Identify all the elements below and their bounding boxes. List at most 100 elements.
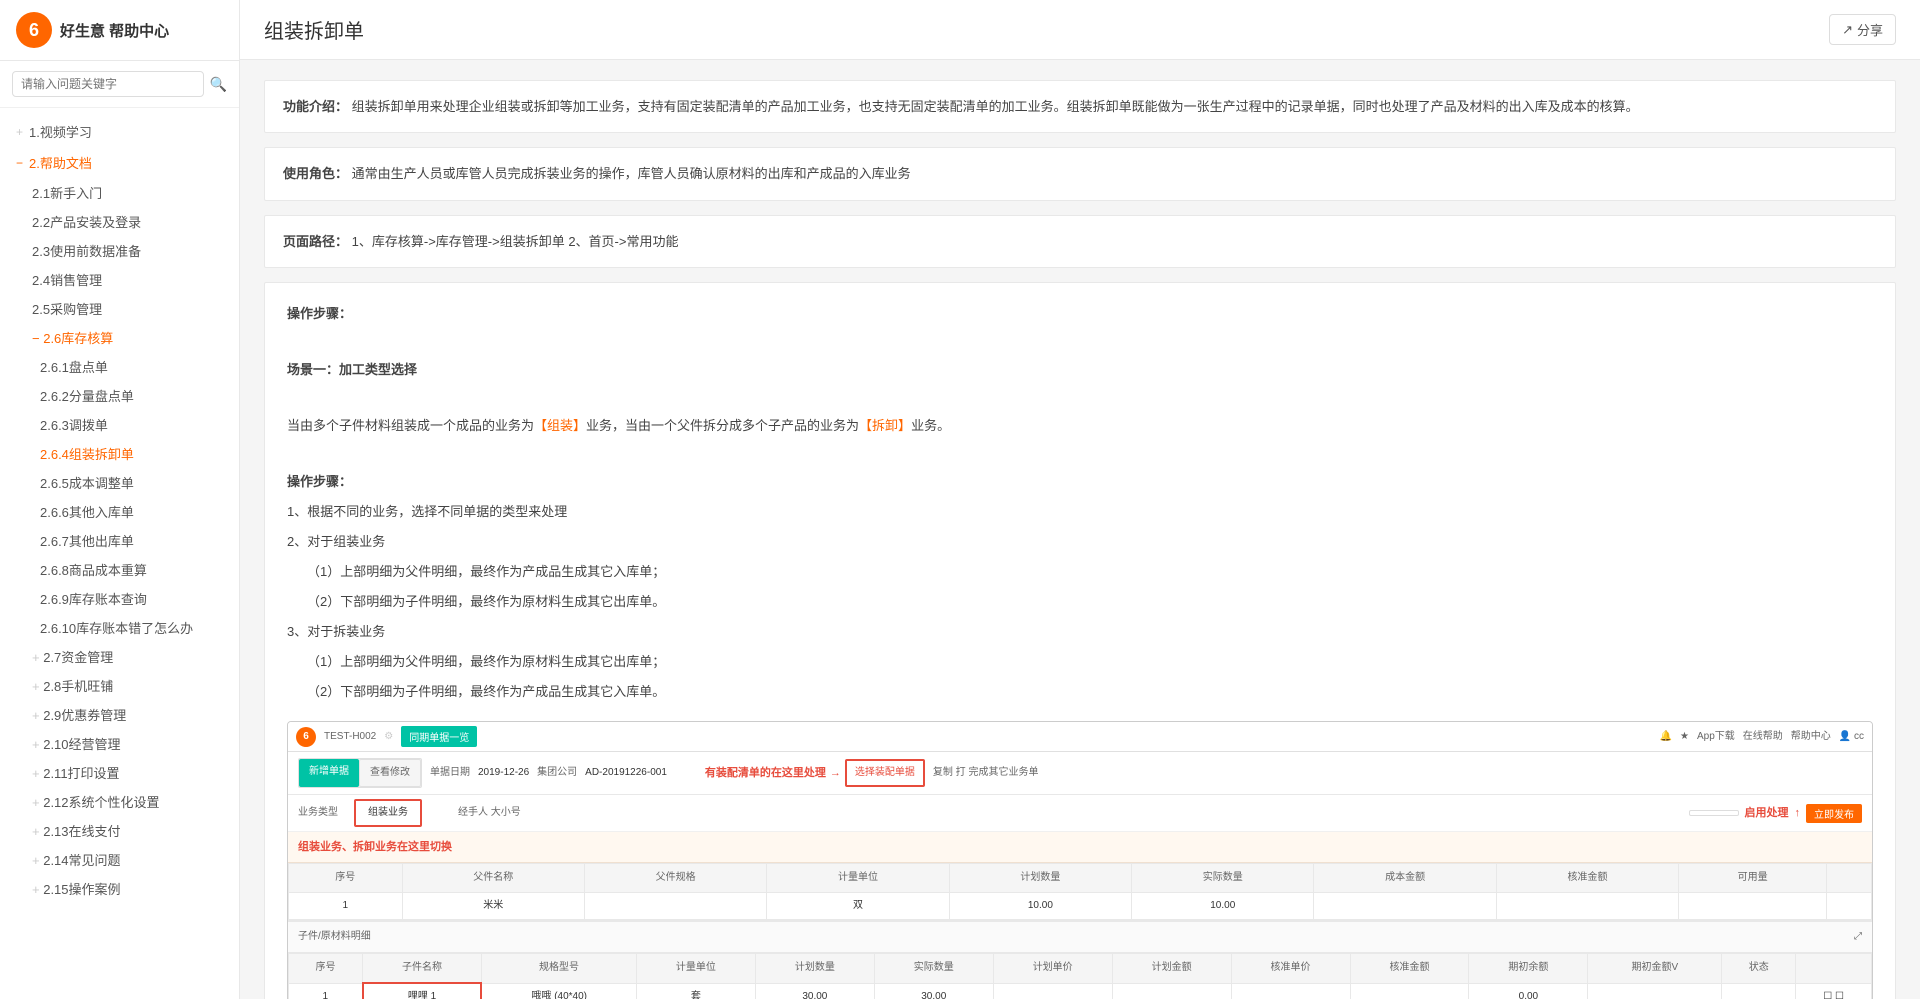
th-sub-approved-price: 核准单价 <box>1231 954 1350 984</box>
search-input[interactable] <box>12 71 204 97</box>
steps-label: 操作步骤： <box>287 301 1873 327</box>
th-cost-amt: 成本金额 <box>1314 864 1496 893</box>
mock-upper-table-area: 序号 父件名称 父件规格 计量单位 计划数量 实际数量 成本金额 核准金额 可用… <box>288 863 1872 920</box>
mock-lower-table-area: 序号 子件名称 规格型号 计量单位 计划数量 实际数量 计划单价 计划金额 核准… <box>288 953 1872 999</box>
sidebar-item-payment[interactable]: + 2.13在线支付 <box>0 816 239 845</box>
steps-title: 操作步骤： <box>287 469 1873 495</box>
mock-org-val: AD-20191226-001 <box>585 763 667 783</box>
th-approved-amt: 核准金额 <box>1496 864 1678 893</box>
sidebar-item-cost[interactable]: 2.6.5成本调整单 <box>0 468 239 497</box>
td-action-btn <box>1827 893 1872 920</box>
step2-1: （1）上部明细为父件明细，最终作为产成品生成其它入库单； <box>307 559 1873 585</box>
td-sub-opening-bal: 0.00 <box>1469 983 1588 999</box>
sidebar-item-stocktake[interactable]: 2.6.1盘点单 <box>0 352 239 381</box>
mock-system-select: TEST-H002 <box>324 727 376 747</box>
sidebar-item-other-in[interactable]: 2.6.6其他入库单 <box>0 497 239 526</box>
th-sub-name: 子件名称 <box>363 954 482 984</box>
func-intro-label: 功能介绍： <box>283 99 348 114</box>
mock-tab-view[interactable]: 查看修改 <box>359 759 421 787</box>
mock-name-input[interactable] <box>1689 810 1739 816</box>
sidebar-item-ops[interactable]: + 2.10经营管理 <box>0 729 239 758</box>
mock-tabs: 新增单据 查看修改 <box>298 758 422 788</box>
mock-lower-section-header: 子件/原材料明细 ⤢ <box>288 920 1872 953</box>
sidebar-item-docs[interactable]: − 2.帮助文档 <box>0 147 239 178</box>
sidebar-item-other-out[interactable]: 2.6.7其他出库单 <box>0 526 239 555</box>
th-parent-spec: 父件规格 <box>584 864 766 893</box>
sidebar-item-check[interactable]: 2.6.9库存账本查询 <box>0 584 239 613</box>
sidebar-item-mobile[interactable]: + 2.8手机旺铺 <box>0 671 239 700</box>
sidebar-item-install[interactable]: 2.2产品安装及登录 <box>0 207 239 236</box>
mock-date-val: 2019-12-26 <box>478 763 529 783</box>
role-text: 通常由生产人员或库管人员完成拆装业务的操作，库管人员确认原材料的出库和产成品的入… <box>352 166 911 181</box>
mock-text-appstore: App下载 <box>1697 727 1735 747</box>
th-sub-opening-bal: 期初余额 <box>1469 954 1588 984</box>
th-available: 可用量 <box>1679 864 1827 893</box>
mock-expand-icon[interactable]: ⤢ <box>1854 927 1862 947</box>
mock-annotation3-row: 组装业务、拆卸业务在这里切换 <box>288 832 1872 863</box>
search-icon[interactable]: 🔍 <box>210 76 227 93</box>
scene1-desc: 当由多个子件材料组装成一个成品的业务为【组装】业务，当由一个父件拆分成多个子产品… <box>287 413 1873 439</box>
page-title: 组装拆卸单 <box>264 15 364 44</box>
mock-avatar: 👤 cc <box>1839 727 1864 747</box>
sidebar-item-wrong[interactable]: 2.6.10库存账本错了怎么办 <box>0 613 239 642</box>
role-label: 使用角色： <box>283 166 348 181</box>
annotation2-text: 启用处理 <box>1745 802 1789 824</box>
sidebar-item-label: 1.视频学习 <box>29 122 92 141</box>
mock-type-row: 业务类型 组装业务 经手人 大小号 启用处理 ↑ 立即发布 <box>288 795 1872 832</box>
minus-icon: − <box>16 156 23 170</box>
sidebar-item-fund[interactable]: + 2.7资金管理 <box>0 642 239 671</box>
step3: 3、对于拆装业务 <box>287 619 1873 645</box>
td-plan-qty: 10.00 <box>949 893 1131 920</box>
sidebar-item-label: 2.帮助文档 <box>29 153 92 172</box>
share-icon: ↗ <box>1842 22 1853 38</box>
sidebar-item-purchase[interactable]: 2.5采购管理 <box>0 294 239 323</box>
main-header: 组装拆卸单 ↗ 分享 <box>240 0 1920 60</box>
th-sub-opening-amt: 期初金额V <box>1588 954 1722 984</box>
mock-type-select[interactable]: 组装业务 <box>354 799 422 827</box>
mock-tab-new[interactable]: 新增单据 <box>299 759 359 787</box>
th-sub-actions <box>1796 954 1872 984</box>
func-intro-block: 功能介绍： 组装拆卸单用来处理企业组装或拆卸等加工业务，支持有固定装配清单的产品… <box>264 80 1896 133</box>
td-approved-amt <box>1496 893 1678 920</box>
th-unit: 计量单位 <box>767 864 949 893</box>
th-sub-plan-amt: 计划金额 <box>1112 954 1231 984</box>
td-cost-amt <box>1314 893 1496 920</box>
nav-list: + 1.视频学习 − 2.帮助文档 2.1新手入门 2.2产品安装及登录 2.3… <box>0 108 239 999</box>
step3-1: （1）上部明细为父件明细，最终作为原材料生成其它出库单； <box>307 649 1873 675</box>
share-button[interactable]: ↗ 分享 <box>1829 14 1896 45</box>
sidebar-item-video[interactable]: + 1.视频学习 <box>0 116 239 147</box>
sidebar-item-cases[interactable]: + 2.15操作案例 <box>0 874 239 903</box>
table-row: 1 米米 双 10.00 10.00 <box>289 893 1872 920</box>
annotation3-text: 组装业务、拆卸业务在这里切换 <box>298 836 452 858</box>
td-available <box>1679 893 1827 920</box>
mock-sync-btn[interactable]: 同期单据一览 <box>401 726 477 747</box>
logo-icon: 6 <box>16 12 52 48</box>
mock-select-template-btn[interactable]: 选择装配单据 <box>845 759 925 787</box>
sidebar-item-partial[interactable]: 2.6.2分量盘点单 <box>0 381 239 410</box>
sidebar-item-coupon[interactable]: + 2.9优惠券管理 <box>0 700 239 729</box>
mock-enable-btn[interactable]: 立即发布 <box>1806 804 1862 823</box>
annotation1-text: 有装配清单的在这里处理 <box>705 762 826 784</box>
sidebar-item-sales[interactable]: 2.4销售管理 <box>0 265 239 294</box>
mock-app: 6 TEST-H002 ⚙ 同期单据一览 🔔 ★ App下载 在线帮助 帮助中心… <box>287 721 1873 999</box>
mock-ops-text: 复制 打 完成其它业务单 <box>933 763 1039 783</box>
sidebar-item-inventory[interactable]: − 2.6库存核算 <box>0 323 239 352</box>
sidebar-item-newbie[interactable]: 2.1新手入门 <box>0 178 239 207</box>
td-seq2: 1 <box>289 983 363 999</box>
content-area: 功能介绍： 组装拆卸单用来处理企业组装或拆卸等加工业务，支持有固定装配清单的产品… <box>240 60 1920 999</box>
mock-org-label: 集团公司 <box>537 763 577 783</box>
sidebar-item-cost-calc[interactable]: 2.6.8商品成本重算 <box>0 555 239 584</box>
mock-subtoolbar: 新增单据 查看修改 单据日期 2019-12-26 集团公司 AD-201912… <box>288 752 1872 795</box>
sidebar-header: 6 好生意 帮助中心 <box>0 0 239 61</box>
sidebar-item-print[interactable]: + 2.11打印设置 <box>0 758 239 787</box>
th-sub-spec: 规格型号 <box>481 954 636 984</box>
sidebar-item-system[interactable]: + 2.12系统个性化设置 <box>0 787 239 816</box>
td-sub-name: 哩哩 1 <box>363 983 482 999</box>
path-label: 页面路径： <box>283 234 348 249</box>
sidebar-item-faq[interactable]: + 2.14常见问题 <box>0 845 239 874</box>
sidebar-item-assemble[interactable]: 2.6.4组装拆卸单 <box>0 439 239 468</box>
td-sub-opening-amt <box>1588 983 1722 999</box>
mock-text-center: 帮助中心 <box>1791 727 1831 747</box>
sidebar-item-adjust[interactable]: 2.6.3调拨单 <box>0 410 239 439</box>
sidebar-item-data[interactable]: 2.3使用前数据准备 <box>0 236 239 265</box>
